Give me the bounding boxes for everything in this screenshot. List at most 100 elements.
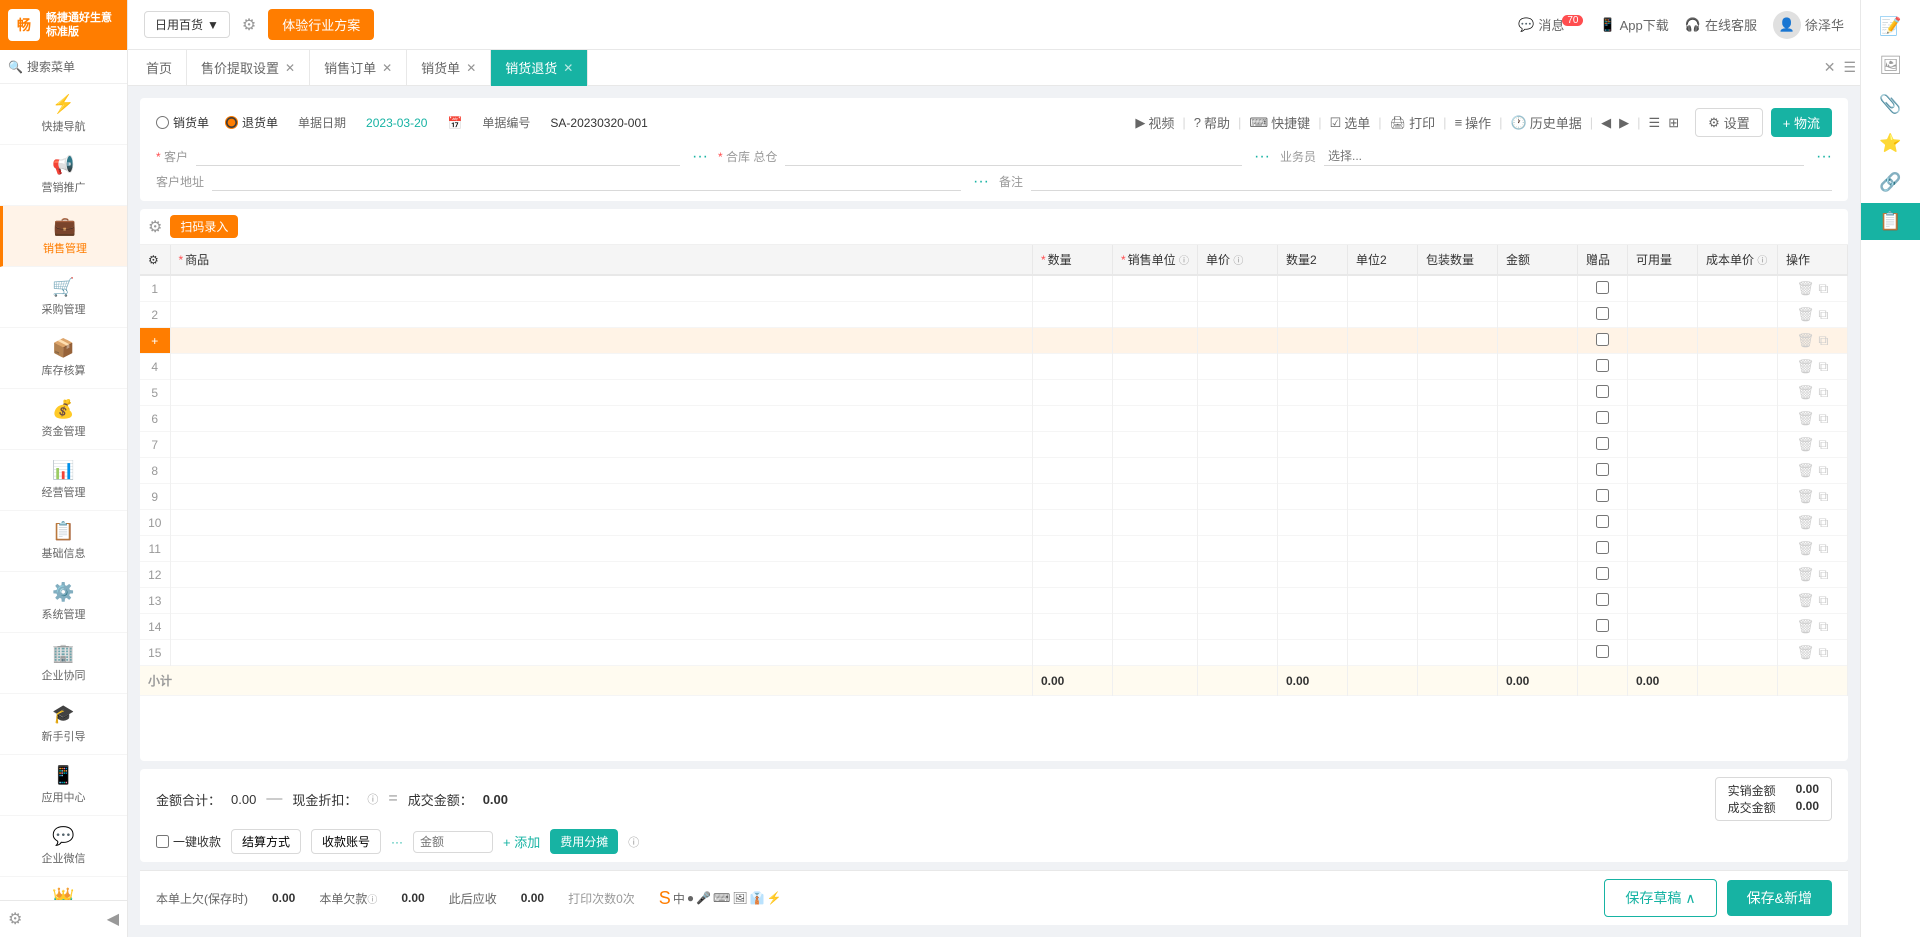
tab-sales-return[interactable]: 销货退货 ✕ (491, 50, 588, 86)
right-panel-notes[interactable]: 📝 (1861, 8, 1920, 45)
row-copy-icon[interactable]: ⧉ (1818, 618, 1828, 635)
radio-sales-delivery-input[interactable] (156, 116, 169, 129)
save-draft-btn[interactable]: 保存草稿 ∧ (1604, 879, 1716, 917)
gift-checkbox[interactable] (1596, 411, 1609, 424)
agent-input[interactable] (1324, 147, 1804, 166)
gift-checkbox[interactable] (1596, 359, 1609, 372)
sidebar-item-wechat[interactable]: 💬 企业微信 (0, 816, 127, 877)
settings-gear-icon[interactable]: ⚙ (8, 909, 22, 929)
sidebar-item-shortcut[interactable]: ⚡ 快捷导航 (0, 84, 127, 145)
row-gift[interactable] (1578, 328, 1628, 354)
row-copy-icon[interactable]: ⧉ (1818, 358, 1828, 375)
save-new-btn[interactable]: 保存&新增 (1727, 880, 1832, 916)
one-key-payment-checkbox[interactable] (156, 835, 169, 848)
gift-checkbox[interactable] (1596, 489, 1609, 502)
row-copy-icon[interactable]: ⧉ (1818, 436, 1828, 453)
row-copy-icon[interactable]: ⧉ (1818, 306, 1828, 323)
account-dots[interactable]: ··· (391, 835, 403, 849)
radio-sales-return-input[interactable] (225, 116, 238, 129)
scan-input-btn[interactable]: 扫码录入 (170, 215, 238, 238)
calendar-icon[interactable]: 📅 (447, 116, 462, 130)
sidebar-item-member[interactable]: 👑 畅会员 (0, 877, 127, 900)
add-payment-btn[interactable]: + 添加 (503, 832, 540, 851)
sidebar-item-sales[interactable]: 💼 销售管理 (0, 206, 127, 267)
right-panel-attach[interactable]: 📎 (1861, 86, 1920, 123)
gift-checkbox[interactable] (1596, 281, 1609, 294)
remark-input[interactable] (1031, 172, 1832, 191)
row-delete-icon[interactable]: 🗑 (1797, 410, 1815, 427)
right-panel-image[interactable]: 🖼 (1861, 47, 1920, 84)
toolbar-video[interactable]: ▶ 视频 (1135, 113, 1174, 132)
row-gift[interactable] (1578, 302, 1628, 328)
gift-checkbox[interactable] (1596, 385, 1609, 398)
row-delete-icon[interactable]: 🗑 (1797, 306, 1815, 323)
row-delete-icon[interactable]: 🗑 (1797, 618, 1815, 635)
row-delete-icon[interactable]: 🗑 (1797, 566, 1815, 583)
sidebar-item-system[interactable]: ⚙️ 系统管理 (0, 572, 127, 633)
close-all-tabs-icon[interactable]: ✕ (1824, 59, 1836, 76)
user-menu[interactable]: 👤 徐泽华 (1773, 11, 1844, 39)
row-delete-icon[interactable]: 🗑 (1797, 462, 1815, 479)
sidebar-item-finance[interactable]: 💰 资金管理 (0, 389, 127, 450)
fee-split-btn[interactable]: 费用分摊 (550, 829, 618, 854)
sidebar-item-appstore[interactable]: 📱 应用中心 (0, 755, 127, 816)
row-delete-icon[interactable]: 🗑 (1797, 358, 1815, 375)
toolbar-shortcut[interactable]: ⌨ 快捷键 (1249, 113, 1310, 132)
gift-checkbox[interactable] (1596, 463, 1609, 476)
toolbar-help[interactable]: ? 帮助 (1194, 113, 1230, 132)
industry-selector[interactable]: 日用百货 ▼ (144, 11, 230, 38)
toolbar-history[interactable]: 🕐 历史单据 (1511, 113, 1582, 132)
app-download-btn[interactable]: 📱 App下载 (1599, 15, 1668, 34)
toolbar-select[interactable]: ☑ 选单 (1330, 113, 1371, 132)
gift-checkbox[interactable] (1596, 333, 1609, 346)
settings-icon[interactable]: ⚙ (242, 15, 256, 35)
row-delete-icon[interactable]: 🗑 (1797, 644, 1815, 661)
sidebar-item-marketing[interactable]: 📢 营销推广 (0, 145, 127, 206)
right-panel-star[interactable]: ⭐ (1861, 125, 1920, 162)
toolbar-print[interactable]: 🖨 打印 (1390, 113, 1436, 132)
row-delete-icon[interactable]: 🗑 (1797, 540, 1815, 557)
row-delete-icon[interactable]: 🗑 (1797, 514, 1815, 531)
one-key-payment-label[interactable]: 一键收款 (156, 833, 221, 850)
sidebar-item-basic[interactable]: 📋 基础信息 (0, 511, 127, 572)
settings-button[interactable]: ⚙ 设置 (1695, 108, 1763, 137)
gift-checkbox[interactable] (1596, 541, 1609, 554)
tab-sales-order[interactable]: 销售订单 ✕ (310, 50, 407, 86)
row-delete-icon[interactable]: 🗑 (1797, 436, 1815, 453)
sidebar-item-inventory[interactable]: 📦 库存核算 (0, 328, 127, 389)
online-service-btn[interactable]: 🎧 在线客服 (1685, 15, 1757, 34)
row-copy-icon[interactable]: ⧉ (1818, 644, 1828, 661)
right-panel-active[interactable]: 📋 (1861, 203, 1920, 240)
row-copy-icon[interactable]: ⧉ (1818, 566, 1828, 583)
gift-checkbox[interactable] (1596, 645, 1609, 658)
sidebar-item-guide[interactable]: 🎓 新手引导 (0, 694, 127, 755)
agent-dots-btn[interactable]: ··· (1816, 148, 1832, 166)
radio-sales-return[interactable]: 退货单 (225, 114, 278, 131)
sidebar-item-enterprise[interactable]: 🏢 企业协同 (0, 633, 127, 694)
gift-checkbox[interactable] (1596, 307, 1609, 320)
table-settings-icon[interactable]: ⚙ (148, 217, 162, 237)
row-gift[interactable] (1578, 275, 1628, 302)
add-row-btn[interactable]: + (140, 328, 170, 354)
message-btn[interactable]: 💬 消息 70 (1518, 15, 1583, 34)
row-copy-icon[interactable]: ⧉ (1818, 540, 1828, 557)
toolbar-list-view[interactable]: ☰ (1649, 115, 1661, 131)
radio-sales-delivery[interactable]: 销货单 (156, 114, 209, 131)
search-menu[interactable]: 🔍 搜索菜单 (0, 50, 127, 84)
toolbar-grid-view[interactable]: ⊞ (1668, 115, 1679, 131)
experience-btn[interactable]: 体验行业方案 (268, 9, 374, 40)
tab-sales-delivery[interactable]: 销货单 ✕ (407, 50, 491, 86)
row-copy-icon[interactable]: ⧉ (1818, 488, 1828, 505)
customer-dots-btn[interactable]: ··· (692, 148, 708, 166)
row-delete-icon[interactable]: 🗑 (1797, 592, 1815, 609)
row-delete-icon[interactable]: 🗑 (1797, 332, 1815, 349)
tab-price-settings[interactable]: 售价提取设置 ✕ (187, 50, 310, 86)
tab-sales-order-close[interactable]: ✕ (382, 61, 392, 75)
row-copy-icon[interactable]: ⧉ (1818, 410, 1828, 427)
row-copy-icon[interactable]: ⧉ (1818, 384, 1828, 401)
customer-input[interactable] (196, 147, 680, 166)
sidebar-item-purchase[interactable]: 🛒 采购管理 (0, 267, 127, 328)
row-copy-icon[interactable]: ⧉ (1818, 280, 1828, 297)
toolbar-prev[interactable]: ◀ (1601, 115, 1611, 131)
row-product[interactable] (170, 328, 1032, 354)
